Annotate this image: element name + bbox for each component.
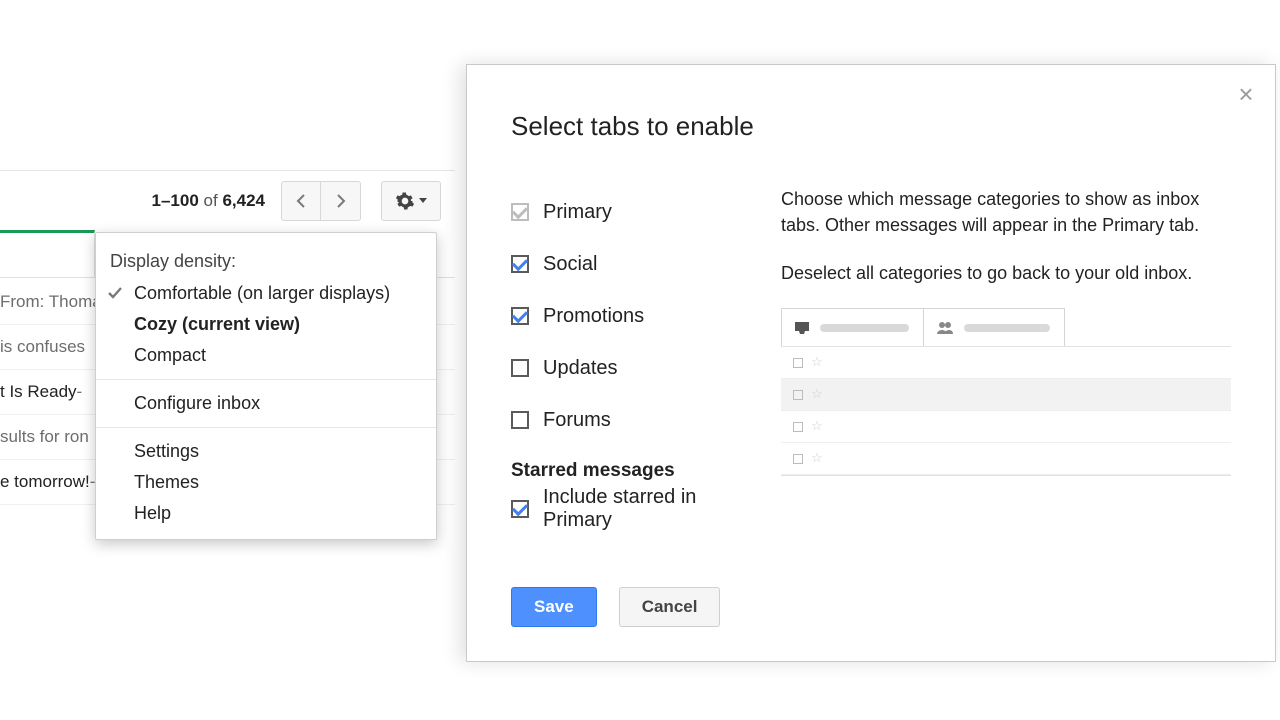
- gear-icon: [395, 191, 415, 211]
- close-button[interactable]: ×: [1231, 79, 1261, 109]
- pager-range: 1–100: [152, 191, 199, 210]
- themes-item[interactable]: Themes: [96, 467, 436, 498]
- menu-separator: [96, 379, 436, 380]
- save-button[interactable]: Save: [511, 587, 597, 627]
- option-promotions[interactable]: Promotions: [511, 290, 741, 342]
- help-item[interactable]: Help: [96, 498, 436, 529]
- check-icon: [106, 284, 124, 302]
- preview-row: ☆: [781, 379, 1231, 411]
- inbox-icon: [794, 321, 810, 335]
- checkbox-promotions[interactable]: [511, 307, 529, 325]
- pager-of-label: of: [204, 191, 218, 210]
- option-updates[interactable]: Updates: [511, 342, 741, 394]
- option-include-starred[interactable]: Include starred in Primary: [511, 494, 741, 524]
- prev-page-button[interactable]: [281, 181, 321, 221]
- star-icon: ☆: [811, 385, 823, 404]
- modal-title: Select tabs to enable: [467, 65, 1275, 142]
- close-icon: ×: [1238, 79, 1253, 110]
- description-column: Choose which message categories to show …: [781, 186, 1231, 524]
- option-forums[interactable]: Forums: [511, 394, 741, 446]
- chevron-left-icon: [296, 193, 306, 209]
- density-heading: Display density:: [96, 243, 436, 278]
- checkbox-social[interactable]: [511, 255, 529, 273]
- configure-inbox-modal: × Select tabs to enable Primary Social P…: [466, 64, 1276, 662]
- modal-desc-1: Choose which message categories to show …: [781, 186, 1231, 238]
- checkbox-primary: [511, 203, 529, 221]
- density-cozy[interactable]: Cozy (current view): [96, 309, 436, 340]
- pager-total: 6,424: [222, 191, 265, 210]
- menu-separator: [96, 427, 436, 428]
- settings-item[interactable]: Settings: [96, 436, 436, 467]
- option-primary[interactable]: Primary: [511, 186, 741, 238]
- next-page-button[interactable]: [321, 181, 361, 221]
- option-social[interactable]: Social: [511, 238, 741, 290]
- caret-down-icon: [419, 198, 427, 203]
- chevron-right-icon: [336, 193, 346, 209]
- people-icon: [936, 321, 954, 335]
- modal-desc-2: Deselect all categories to go back to yo…: [781, 260, 1231, 286]
- checkbox-include-starred[interactable]: [511, 500, 529, 518]
- preview-row: ☆: [781, 411, 1231, 443]
- tab-primary-indicator: [0, 230, 95, 277]
- preview-row: ☆: [781, 347, 1231, 379]
- settings-dropdown: Display density: Comfortable (on larger …: [95, 232, 437, 540]
- preview-tab-social: [923, 308, 1065, 346]
- starred-heading: Starred messages: [511, 460, 741, 482]
- star-icon: ☆: [811, 417, 823, 436]
- density-comfortable[interactable]: Comfortable (on larger displays): [96, 278, 436, 309]
- density-compact[interactable]: Compact: [96, 340, 436, 371]
- configure-inbox[interactable]: Configure inbox: [96, 388, 436, 419]
- inbox-preview: ☆ ☆ ☆ ☆: [781, 308, 1231, 476]
- star-icon: ☆: [811, 449, 823, 468]
- modal-actions: Save Cancel: [511, 587, 720, 627]
- preview-tab-primary: [781, 308, 923, 346]
- cancel-button[interactable]: Cancel: [619, 587, 721, 627]
- preview-row: ☆: [781, 443, 1231, 475]
- star-icon: ☆: [811, 353, 823, 372]
- tab-options-column: Primary Social Promotions Updates Forums…: [511, 186, 741, 524]
- toolbar: 1–100 of 6,424: [0, 170, 455, 230]
- preview-rows: ☆ ☆ ☆ ☆: [781, 346, 1231, 476]
- preview-tabs: [781, 308, 1231, 346]
- checkbox-updates[interactable]: [511, 359, 529, 377]
- checkbox-forums[interactable]: [511, 411, 529, 429]
- settings-gear-button[interactable]: [381, 181, 441, 221]
- pager-text: 1–100 of 6,424: [152, 191, 265, 211]
